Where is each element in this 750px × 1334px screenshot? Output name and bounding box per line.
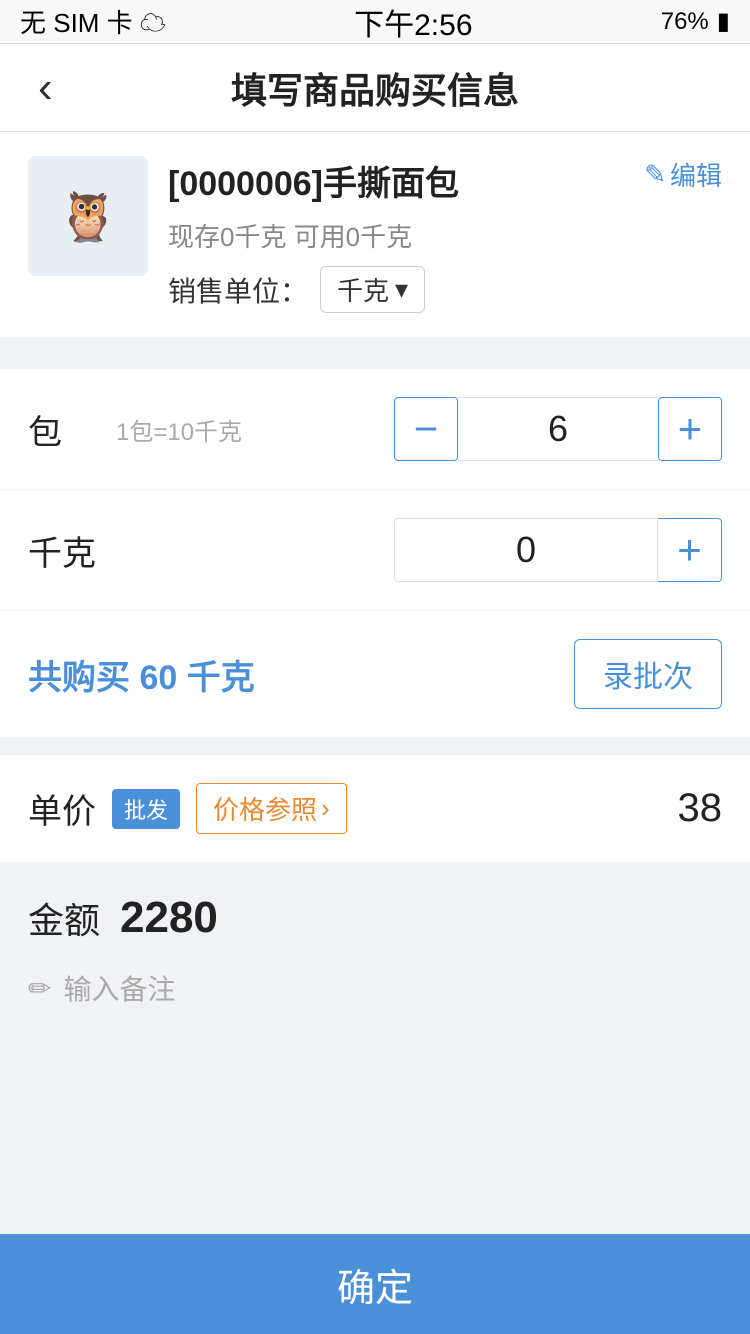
product-unit-row: 销售单位： 千克 ▾ xyxy=(168,266,722,313)
product-stock: 现存0千克 可用0千克 xyxy=(168,217,722,254)
page-title: 填写商品购买信息 xyxy=(231,62,519,114)
amount-value: 2280 xyxy=(120,893,218,943)
total-amount: 60 xyxy=(139,659,177,697)
amount-label: 金额 xyxy=(28,892,100,944)
product-owl-icon: 🦉 xyxy=(58,188,118,245)
price-ref-arrow-icon: › xyxy=(321,793,330,824)
confirm-button[interactable]: 确定 xyxy=(0,1234,750,1334)
sim-label: 无 SIM 卡 ☁ xyxy=(20,3,166,40)
remark-pencil-icon: ✏ xyxy=(28,972,51,1005)
bao-input[interactable] xyxy=(458,397,658,461)
batch-button[interactable]: 录批次 xyxy=(574,639,722,709)
price-tag: 批发 xyxy=(112,789,180,829)
bao-hint: 1包=10千克 xyxy=(116,412,394,447)
product-info: [0000006]手撕面包 ✎ 编辑 现存0千克 可用0千克 销售单位： 千克 … xyxy=(168,156,722,313)
battery-icon: ▮ xyxy=(717,7,730,36)
nav-bar: ‹ 填写商品购买信息 xyxy=(0,44,750,132)
bao-quantity-row: 包 1包=10千克 − + xyxy=(0,369,750,490)
back-button[interactable]: ‹ xyxy=(28,53,63,123)
bao-plus-button[interactable]: + xyxy=(658,397,722,461)
status-time: 下午2:56 xyxy=(354,0,472,44)
total-row: 共购买 60 千克 录批次 xyxy=(0,611,750,737)
remark-row[interactable]: ✏ 输入备注 xyxy=(28,968,722,1032)
product-card: 🦉 [0000006]手撕面包 ✎ 编辑 现存0千克 可用0千克 销售单位： 千… xyxy=(0,132,750,337)
bao-controls: − + xyxy=(394,397,722,461)
edit-label: 编辑 xyxy=(670,156,722,193)
status-bar: 无 SIM 卡 ☁ 下午2:56 76% ▮ xyxy=(0,0,750,44)
price-value: 38 xyxy=(678,786,723,831)
price-label: 单价 xyxy=(28,784,96,833)
unit-select[interactable]: 千克 ▾ xyxy=(320,266,425,313)
battery-label: 76% xyxy=(661,8,709,36)
amount-section: 金额 2280 ✏ 输入备注 xyxy=(0,864,750,1032)
remark-placeholder: 输入备注 xyxy=(63,968,175,1008)
edit-button[interactable]: ✎ 编辑 xyxy=(644,156,722,193)
price-ref-button[interactable]: 价格参照 › xyxy=(196,783,347,834)
product-name: [0000006]手撕面包 xyxy=(168,156,459,205)
kg-label: 千克 xyxy=(28,526,108,575)
unit-value: 千克 xyxy=(337,271,389,308)
kg-input[interactable] xyxy=(394,518,658,582)
status-left: 无 SIM 卡 ☁ xyxy=(20,3,166,40)
unit-label: 销售单位： xyxy=(168,270,308,310)
unit-chevron-icon: ▾ xyxy=(395,274,408,305)
divider-1 xyxy=(0,353,750,369)
price-section: 单价 批发 价格参照 › 38 xyxy=(0,755,750,862)
price-label-group: 单价 批发 价格参照 › xyxy=(28,783,347,834)
price-ref-label: 价格参照 xyxy=(213,790,317,827)
bao-label: 包 xyxy=(28,405,108,454)
divider-2 xyxy=(0,739,750,755)
status-right: 76% ▮ xyxy=(661,7,730,36)
bao-minus-button[interactable]: − xyxy=(394,397,458,461)
kg-plus-button[interactable]: + xyxy=(658,518,722,582)
edit-icon: ✎ xyxy=(644,159,666,190)
kg-controls: + xyxy=(394,518,722,582)
total-text: 共购买 60 千克 xyxy=(28,650,255,699)
product-image: 🦉 xyxy=(28,156,148,276)
total-prefix: 共购买 xyxy=(28,659,130,697)
total-unit: 千克 xyxy=(187,659,255,697)
bao-section: 包 1包=10千克 − + 千克 + 共购买 60 千克 录批次 xyxy=(0,369,750,737)
amount-row: 金额 2280 xyxy=(28,892,722,944)
kg-quantity-row: 千克 + xyxy=(0,490,750,611)
price-row: 单价 批发 价格参照 › 38 xyxy=(28,783,722,834)
